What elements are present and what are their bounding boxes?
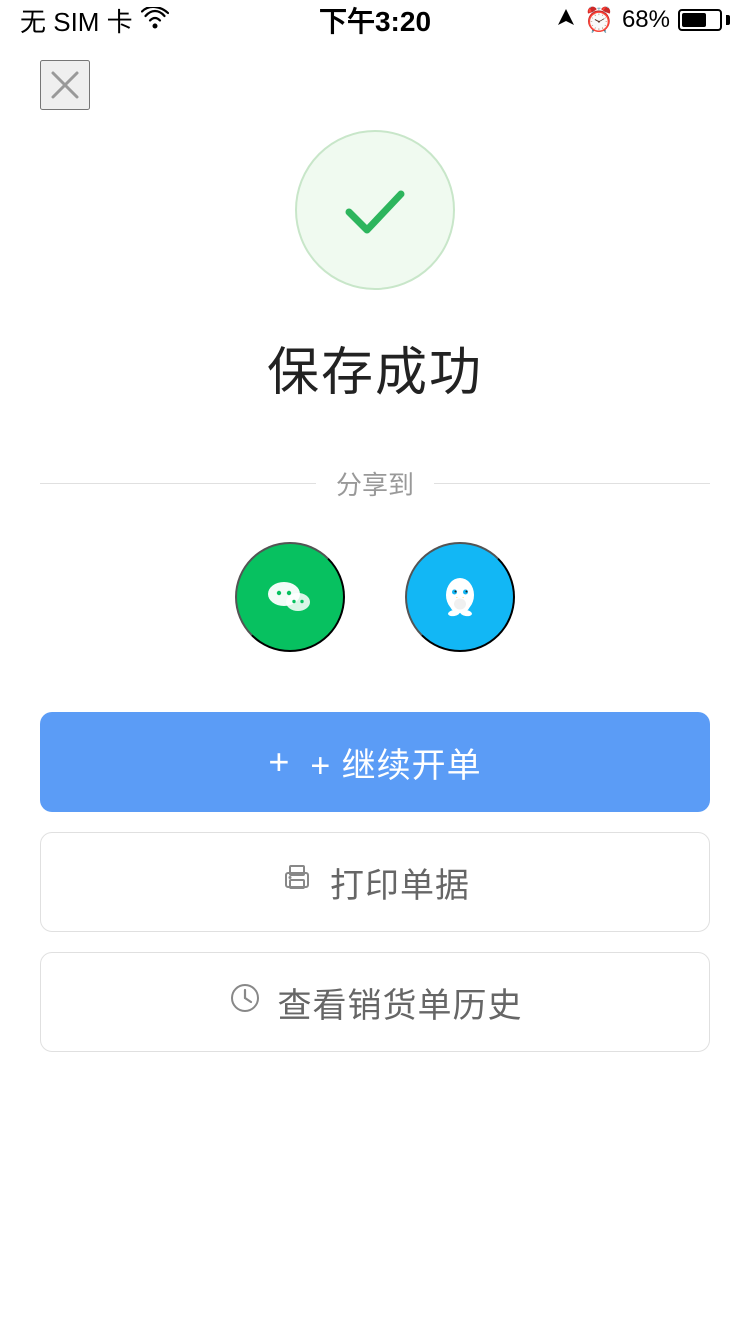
divider-left bbox=[40, 483, 316, 484]
print-button[interactable]: 打印单据 bbox=[40, 832, 710, 932]
print-icon bbox=[280, 861, 314, 904]
success-circle bbox=[295, 130, 455, 290]
history-label: 查看销货单历史 bbox=[278, 978, 523, 1027]
success-title: 保存成功 bbox=[267, 330, 483, 405]
history-button[interactable]: 查看销货单历史 bbox=[40, 952, 710, 1052]
battery-percent: 68% bbox=[622, 6, 670, 34]
battery-icon bbox=[678, 9, 730, 31]
status-right: ⏰ 68% bbox=[556, 6, 730, 35]
print-label: 打印单据 bbox=[330, 858, 470, 907]
status-bar: 无 SIM 卡 下午3:20 ⏰ 68% bbox=[0, 0, 750, 40]
main-content: 保存成功 分享到 bbox=[0, 40, 750, 1334]
wifi-icon bbox=[141, 5, 169, 36]
share-section: 分享到 bbox=[40, 465, 710, 652]
no-sim-text: 无 SIM 卡 bbox=[20, 2, 133, 39]
share-icons bbox=[235, 542, 515, 652]
clock-icon bbox=[228, 981, 262, 1024]
checkmark-icon bbox=[335, 170, 415, 250]
qq-share-button[interactable] bbox=[405, 542, 515, 652]
status-left: 无 SIM 卡 bbox=[20, 2, 169, 39]
continue-order-label: + 继续开单 bbox=[310, 738, 481, 787]
close-icon bbox=[47, 67, 83, 103]
share-divider: 分享到 bbox=[40, 465, 710, 502]
close-button[interactable] bbox=[40, 60, 90, 110]
location-icon bbox=[556, 6, 576, 34]
wechat-share-button[interactable] bbox=[235, 542, 345, 652]
plus-icon: + bbox=[268, 741, 290, 783]
qq-icon bbox=[430, 567, 490, 627]
alarm-icon: ⏰ bbox=[584, 6, 614, 35]
wechat-icon bbox=[260, 567, 320, 627]
divider-right bbox=[434, 483, 710, 484]
status-time: 下午3:20 bbox=[319, 0, 431, 40]
share-label: 分享到 bbox=[336, 465, 414, 502]
action-buttons: + + 继续开单 打印单据 查看销货单 bbox=[40, 712, 710, 1052]
continue-order-button[interactable]: + + 继续开单 bbox=[40, 712, 710, 812]
